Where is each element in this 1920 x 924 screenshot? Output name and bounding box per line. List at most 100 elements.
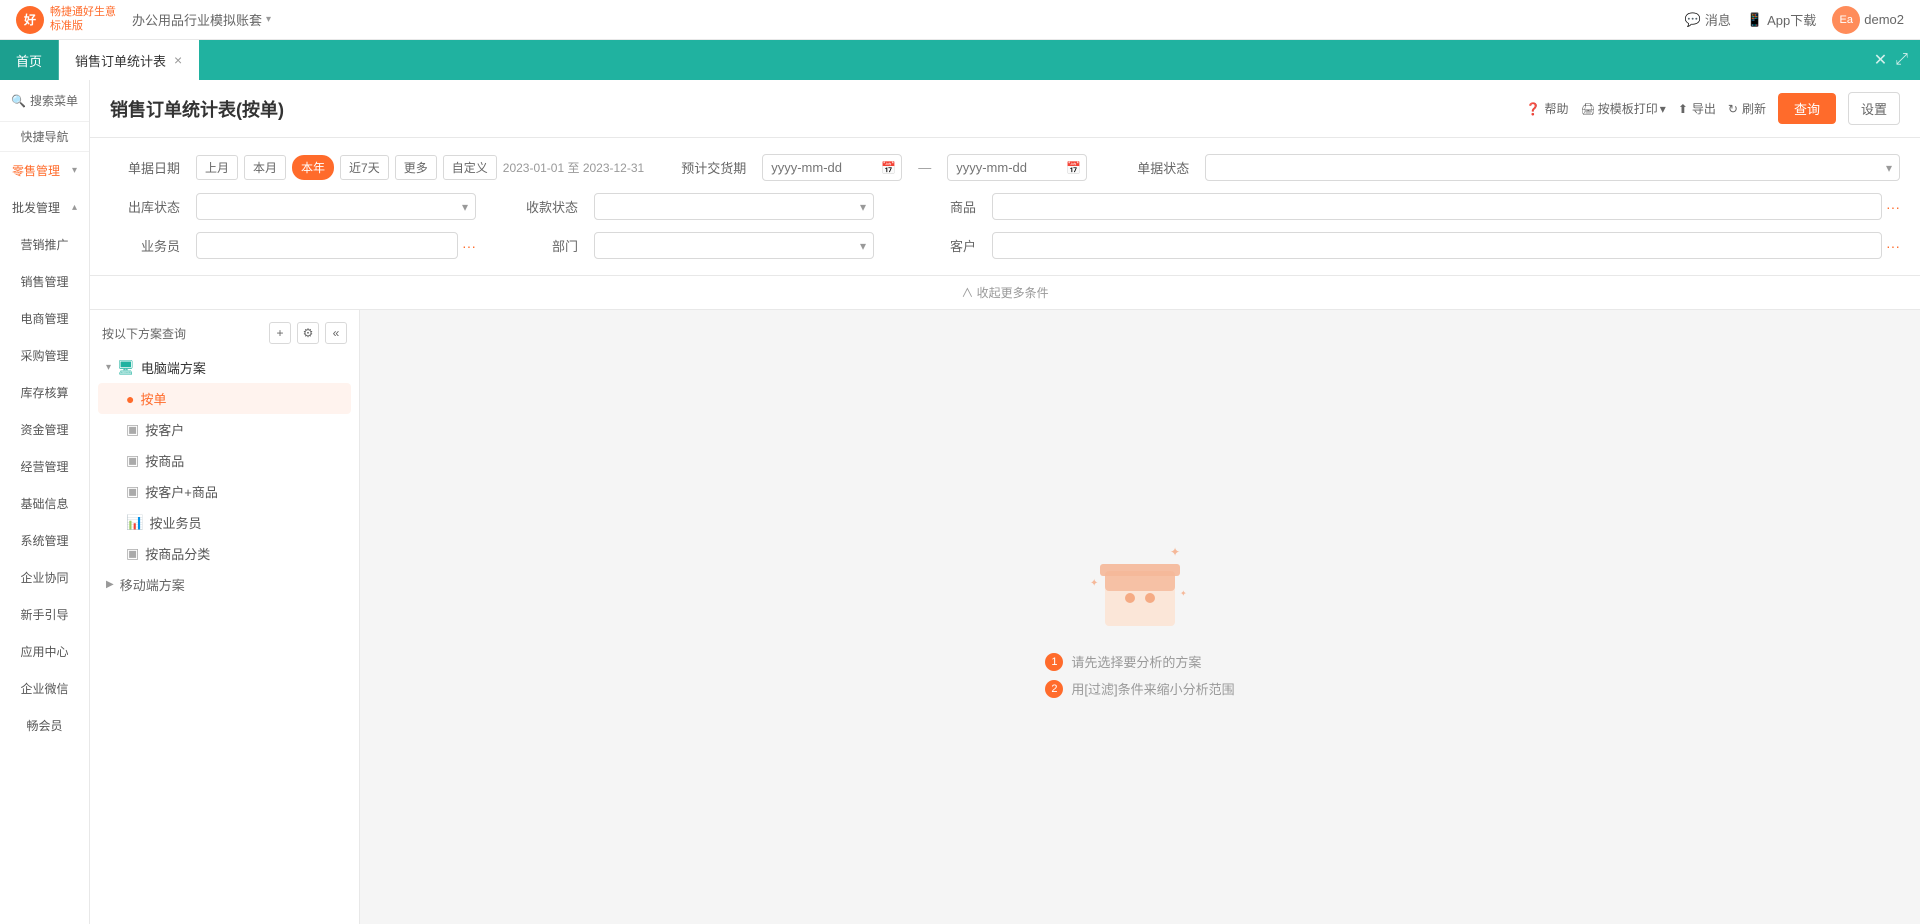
sidebar-item-enterprise[interactable]: 企业协同 [0,559,89,596]
query-btn[interactable]: 查询 [1778,93,1836,124]
sidebar-item-inventory[interactable]: 库存核算 [0,374,89,411]
main-layout: 🔍 搜索菜单 快捷导航 零售管理 ▾ 批发管理 ▴ 营销推广 销售管理 电商管理… [0,80,1920,924]
chevron-down-icon: ▾ [72,165,77,176]
tree-child-by-category[interactable]: ▣ 按商品分类 [98,538,351,569]
sidebar-quick-nav[interactable]: 快捷导航 [0,122,89,152]
sidebar-item-system[interactable]: 系统管理 [0,522,89,559]
payment-select[interactable] [594,193,874,220]
sidebar-item-member-label: 畅会员 [26,717,62,734]
customer-input[interactable] [992,232,1882,259]
export-btn[interactable]: ⬆ 导出 [1678,100,1716,117]
tree-child-by-salesperson[interactable]: 📊 按业务员 [98,507,351,538]
salesperson-more-btn[interactable]: ··· [462,238,476,254]
collapse-row[interactable]: ∧ 收起更多条件 [90,276,1920,310]
tab-close-icon[interactable]: × [174,52,182,68]
goods-input-group: ··· [992,193,1900,220]
tree-child-by-customer[interactable]: ▣ 按客户 [98,414,351,445]
maximize-window-icon[interactable]: ⤢ [1895,51,1908,69]
inner-layout: 按以下方案查询 + ⚙ « ▾ 🖥 电脑端方案 ● 按单 [90,310,1920,924]
shipping-select-wrap [196,193,476,220]
sidebar-search: 🔍 搜索菜单 [0,80,89,122]
sidebar-item-sales-label: 销售管理 [20,273,68,290]
sidebar-item-wechat[interactable]: 企业微信 [0,670,89,707]
radio-icon: ● [126,391,134,407]
sidebar-item-marketing[interactable]: 营销推广 [0,226,89,263]
more-btn[interactable]: 更多 [395,155,437,180]
sq-icon-4: ▣ [126,545,139,562]
sidebar-item-newbie[interactable]: 新手引导 [0,596,89,633]
sidebar-item-finance[interactable]: 资金管理 [0,411,89,448]
sidebar-item-newbie-label: 新手引导 [20,606,68,623]
tree-parent-pc[interactable]: ▾ 🖥 电脑端方案 [98,352,351,383]
sidebar-item-member[interactable]: 畅会员 [0,707,89,744]
sidebar-item-apps[interactable]: 应用中心 [0,633,89,670]
left-panel-header: 按以下方案查询 + ⚙ « [90,322,359,352]
filter-row-1: 单据日期 上月 本月 本年 近7天 更多 自定义 2023-01-01 至 20… [110,154,1900,181]
prev-month-btn[interactable]: 上月 [196,155,238,180]
hint-num-2: 2 [1045,680,1063,698]
collapse-panel-btn[interactable]: « [325,322,347,344]
top-bar: 好 畅捷通好生意 标准版 办公用品行业模拟账套 ▾ 💬 消息 📱 App下载 E… [0,0,1920,40]
custom-btn[interactable]: 自定义 [443,155,497,180]
chevron-up-icon: ▴ [72,202,77,213]
hint-text-1: 请先选择要分析的方案 [1071,652,1201,671]
salesperson-input[interactable] [196,232,458,259]
sidebar-item-purchase[interactable]: 采购管理 [0,337,89,374]
expected-date-end-input[interactable] [947,154,1087,181]
customer-more-btn[interactable]: ··· [1886,238,1900,254]
refresh-btn[interactable]: ↻ 刷新 [1728,100,1766,117]
add-scheme-btn[interactable]: + [269,322,291,344]
tab-sales-order-label: 销售订单统计表 [75,51,166,70]
tree-child-by-order-label: 按单 [140,389,166,408]
help-btn[interactable]: ❓ 帮助 [1526,100,1569,117]
template-print-btn[interactable]: 🖨 按模板打印 ▾ [1581,100,1666,117]
empty-illustration: ✦ ✦ ✦ [1080,536,1200,636]
tree-sub-mobile[interactable]: ▶ 移动端方案 [98,569,351,600]
tree-child-by-category-label: 按商品分类 [145,544,210,563]
refresh-icon: ↻ [1728,102,1738,116]
user-menu[interactable]: Ea demo2 [1832,6,1904,34]
message-btn[interactable]: 💬 消息 [1685,10,1731,29]
sidebar-item-finance-label: 资金管理 [20,421,68,438]
top-bar-right: 💬 消息 📱 App下载 Ea demo2 [1685,6,1904,34]
date-separator: — [918,160,931,175]
close-window-icon[interactable]: ✕ [1874,50,1887,70]
payment-label: 收款状态 [508,197,578,216]
settings-btn[interactable]: 设置 [1848,92,1900,125]
settings-scheme-btn[interactable]: ⚙ [297,322,319,344]
pc-section-label: 电脑端方案 [141,358,206,377]
search-menu-btn[interactable]: 🔍 搜索菜单 [8,88,81,113]
tree-expand-icon: ▾ [106,362,111,373]
sidebar-item-operations[interactable]: 经营管理 [0,448,89,485]
top-bar-left: 好 畅捷通好生意 标准版 办公用品行业模拟账套 ▾ [16,6,271,34]
department-select[interactable] [594,232,874,259]
tree-child-by-cust-goods[interactable]: ▣ 按客户+商品 [98,476,351,507]
this-month-btn[interactable]: 本月 [244,155,286,180]
app-download-btn[interactable]: 📱 App下载 [1747,10,1816,29]
sidebar-item-wholesale-label: 批发管理 [12,199,60,216]
empty-state: ✦ ✦ ✦ 1 请先选择要分析的方案 2 用[过滤]条件来缩小分析范围 [1045,536,1234,698]
tree-child-by-order[interactable]: ● 按单 [98,383,351,414]
sidebar-item-retail[interactable]: 零售管理 ▾ [0,152,89,189]
sidebar-item-ecommerce[interactable]: 电商管理 [0,300,89,337]
this-year-btn[interactable]: 本年 [292,155,334,180]
sidebar-item-wholesale[interactable]: 批发管理 ▴ [0,189,89,226]
status-select[interactable] [1205,154,1900,181]
tree-child-by-goods[interactable]: ▣ 按商品 [98,445,351,476]
svg-text:✦: ✦ [1090,578,1098,589]
sidebar-item-basic[interactable]: 基础信息 [0,485,89,522]
left-panel-actions: + ⚙ « [269,322,347,344]
sidebar-item-sales[interactable]: 销售管理 [0,263,89,300]
tab-sales-order[interactable]: 销售订单统计表 × [59,40,199,80]
tree-child-by-customer-label: 按客户 [145,420,184,439]
7days-btn[interactable]: 近7天 [340,155,389,180]
phone-icon: 📱 [1747,12,1763,28]
breadcrumb-dropdown-icon[interactable]: ▾ [266,14,271,25]
status-label: 单据状态 [1119,158,1189,177]
goods-input[interactable] [992,193,1882,220]
expected-date-start-input[interactable] [762,154,902,181]
goods-label: 商品 [906,197,976,216]
goods-more-btn[interactable]: ··· [1886,199,1900,215]
shipping-select[interactable] [196,193,476,220]
tab-home[interactable]: 首页 [0,40,59,80]
